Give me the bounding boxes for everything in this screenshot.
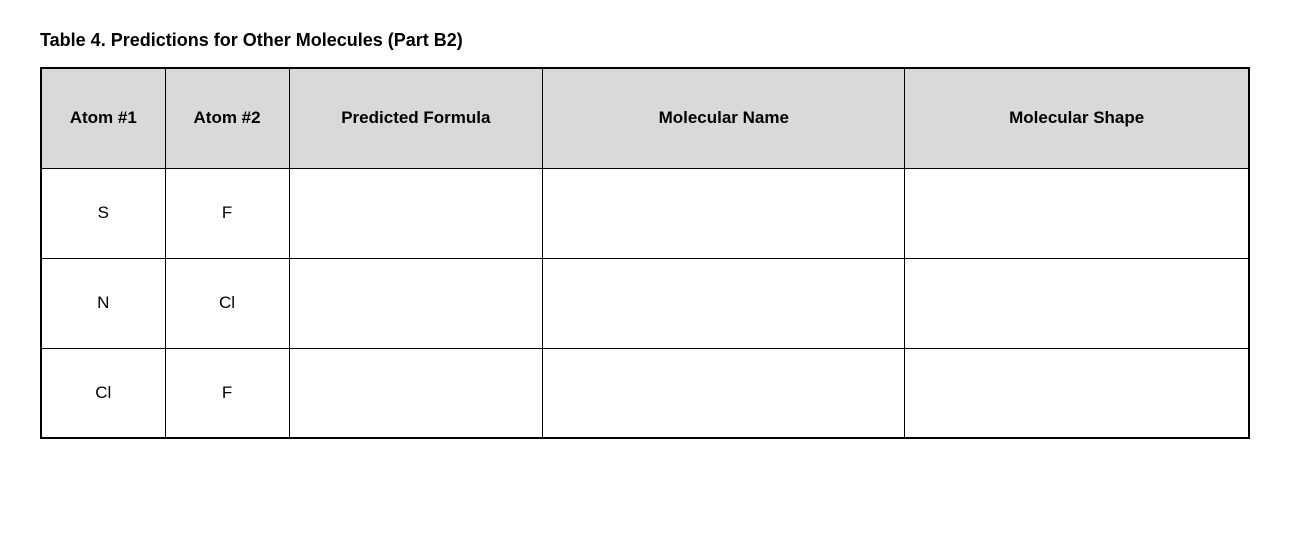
cell-atom2: Cl [165, 258, 289, 348]
predictions-table: Atom #1 Atom #2 Predicted Formula Molecu… [40, 67, 1250, 439]
cell-formula [289, 168, 543, 258]
cell-formula [289, 348, 543, 438]
cell-atom1: S [41, 168, 165, 258]
cell-shape [905, 168, 1249, 258]
table-row: SF [41, 168, 1249, 258]
header-name: Molecular Name [543, 68, 905, 168]
header-formula: Predicted Formula [289, 68, 543, 168]
cell-name [543, 348, 905, 438]
cell-formula [289, 258, 543, 348]
header-atom2: Atom #2 [165, 68, 289, 168]
page-title: Table 4. Predictions for Other Molecules… [40, 30, 1250, 51]
header-atom1: Atom #1 [41, 68, 165, 168]
cell-shape [905, 258, 1249, 348]
cell-name [543, 168, 905, 258]
cell-atom1: N [41, 258, 165, 348]
cell-atom2: F [165, 348, 289, 438]
cell-name [543, 258, 905, 348]
cell-atom1: Cl [41, 348, 165, 438]
cell-shape [905, 348, 1249, 438]
table-row: NCl [41, 258, 1249, 348]
header-shape: Molecular Shape [905, 68, 1249, 168]
table-row: ClF [41, 348, 1249, 438]
table-header-row: Atom #1 Atom #2 Predicted Formula Molecu… [41, 68, 1249, 168]
cell-atom2: F [165, 168, 289, 258]
